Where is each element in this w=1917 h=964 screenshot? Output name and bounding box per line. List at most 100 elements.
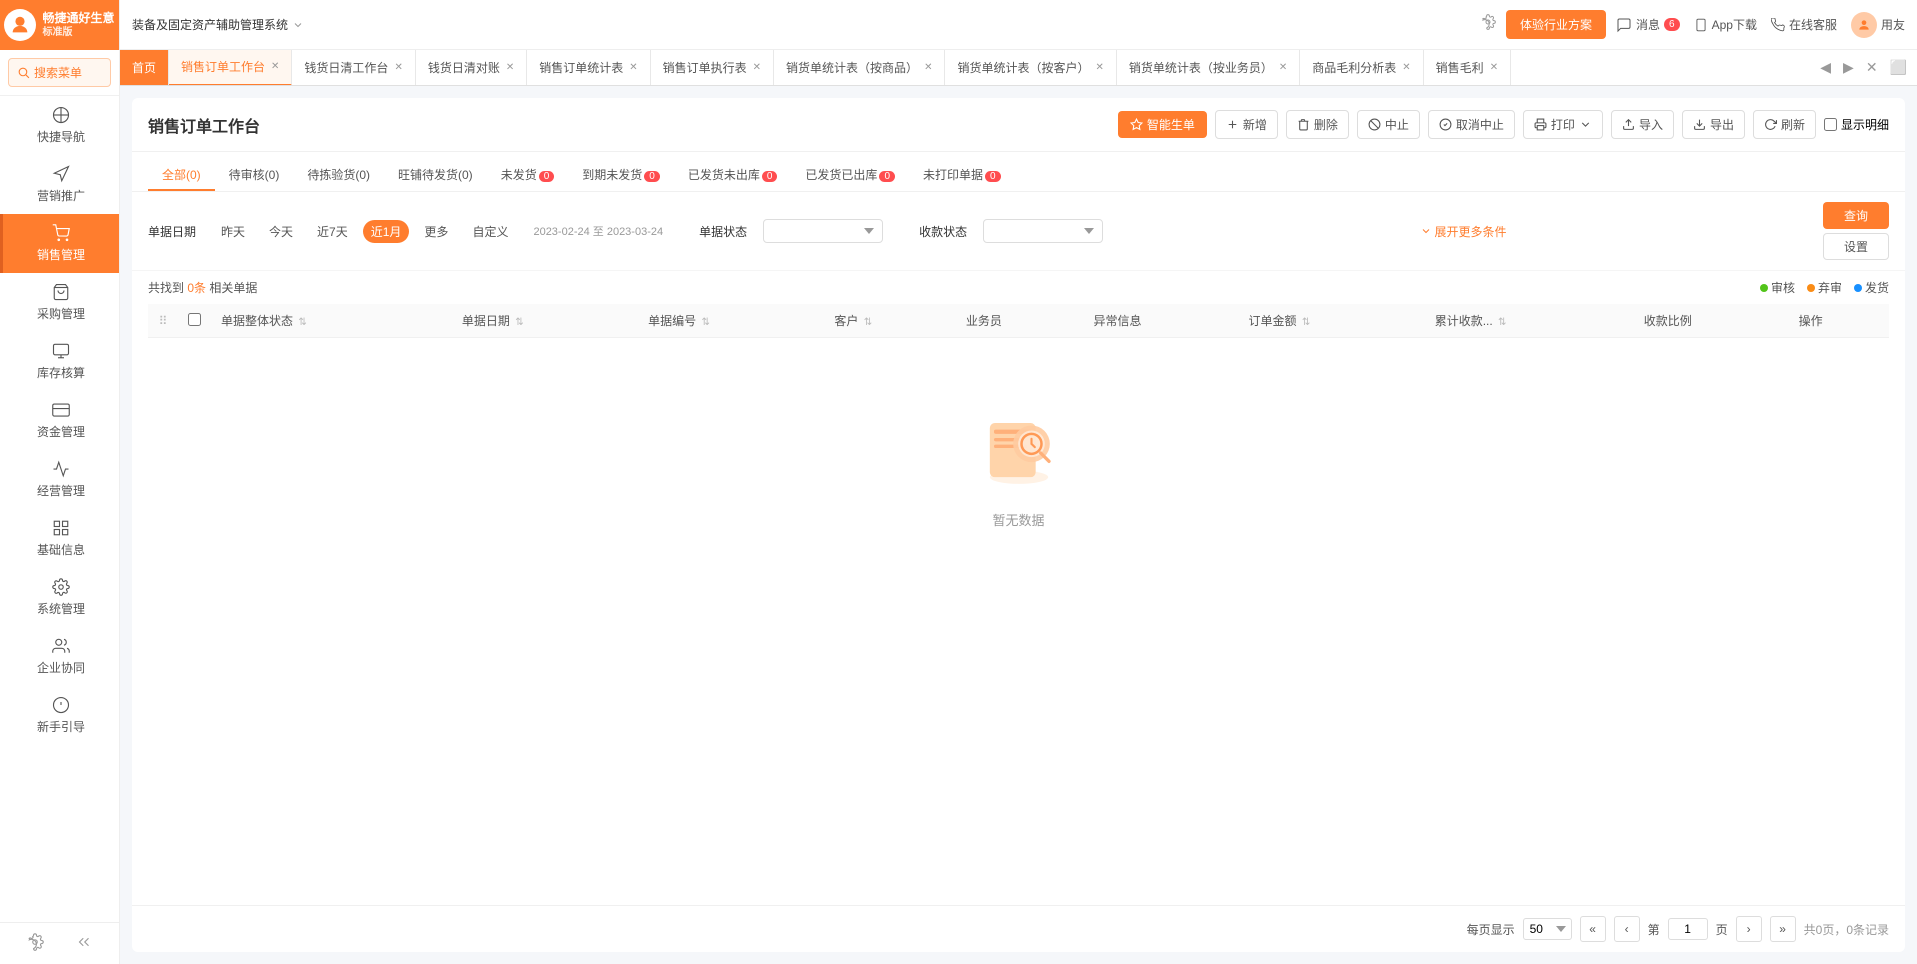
sub-tab-not-printed[interactable]: 未打印单据0 xyxy=(909,160,1015,191)
review-action-button[interactable]: 审核 xyxy=(1760,279,1795,296)
sidebar-item-sales[interactable]: 销售管理 xyxy=(0,214,119,273)
date-btn-7days[interactable]: 近7天 xyxy=(308,219,357,244)
sub-tab-pending-inspect[interactable]: 待拣验货(0) xyxy=(293,160,384,191)
user-avatar-area[interactable]: 用友 xyxy=(1851,12,1905,38)
date-btn-yesterday[interactable]: 昨天 xyxy=(212,219,254,244)
select-all-checkbox[interactable] xyxy=(188,313,201,326)
sidebar-settings-icon[interactable] xyxy=(26,933,44,954)
system-title-dropdown[interactable]: 装备及固定资产辅助管理系统 xyxy=(132,16,304,33)
page-prev-button[interactable]: ‹ xyxy=(1614,916,1640,942)
tab-close-sales-stats[interactable]: ✕ xyxy=(629,62,637,73)
sidebar-item-inventory[interactable]: 库存核算 xyxy=(0,332,119,391)
page-number-input[interactable] xyxy=(1668,918,1708,940)
sub-tab-overdue-ship[interactable]: 到期未发货0 xyxy=(568,160,674,191)
filter-date-buttons: 昨天 今天 近7天 近1月 更多 自定义 xyxy=(212,219,517,244)
sidebar-item-operations[interactable]: 经营管理 xyxy=(0,450,119,509)
tab-sales-summary-customer[interactable]: 销货单统计表（按客户） ✕ xyxy=(945,50,1116,86)
tab-sales-stats[interactable]: 销售订单统计表 ✕ xyxy=(527,50,650,86)
th-amount[interactable]: 订单金额 ⇅ xyxy=(1238,304,1424,338)
workbench-header: 销售订单工作台 智能生单 新增 删除 xyxy=(132,98,1905,152)
tab-close-cash-reconcile[interactable]: ✕ xyxy=(506,62,514,73)
sidebar-item-purchase[interactable]: 采购管理 xyxy=(0,273,119,332)
tab-cash-reconcile[interactable]: 钱货日清对账 ✕ xyxy=(416,50,527,86)
delete-button[interactable]: 删除 xyxy=(1286,110,1349,139)
smart-generate-button[interactable]: 智能生单 xyxy=(1118,111,1207,138)
ship-action-button[interactable]: 发货 xyxy=(1854,279,1889,296)
tab-cash-daily[interactable]: 钱货日清工作台 ✕ xyxy=(292,50,415,86)
solution-button[interactable]: 体验行业方案 xyxy=(1506,10,1606,39)
th-status[interactable]: 单据整体状态 ⇅ xyxy=(211,304,452,338)
tab-close-sales-summary-customer[interactable]: ✕ xyxy=(1095,62,1103,73)
sidebar-item-basic[interactable]: 基础信息 xyxy=(0,509,119,568)
tab-close-sales-exec[interactable]: ✕ xyxy=(753,62,761,73)
tab-sales-exec[interactable]: 销售订单执行表 ✕ xyxy=(651,50,774,86)
page-next-button[interactable]: › xyxy=(1736,916,1762,942)
filter-status-select[interactable] xyxy=(763,219,883,243)
page-size-select[interactable]: 10 20 50 100 xyxy=(1523,918,1572,940)
date-btn-custom[interactable]: 自定义 xyxy=(463,219,517,244)
filter-setting-button[interactable]: 设置 xyxy=(1823,233,1889,260)
sidebar-item-quick-nav[interactable]: 快捷导航 xyxy=(0,96,119,155)
filter-expand-button[interactable]: 展开更多条件 xyxy=(1420,223,1507,240)
online-service-link[interactable]: 在线客服 xyxy=(1771,16,1837,33)
sub-tab-shipped-out[interactable]: 已发货已出库0 xyxy=(791,160,909,191)
th-number[interactable]: 单据编号 ⇅ xyxy=(638,304,824,338)
tab-close-all[interactable]: ✕ xyxy=(1862,57,1882,78)
sidebar-item-guide[interactable]: 新手引导 xyxy=(0,686,119,745)
sub-tab-wangpu-ship[interactable]: 旺铺待发货(0) xyxy=(384,160,487,191)
sidebar-item-enterprise[interactable]: 企业协同 xyxy=(0,627,119,686)
query-button[interactable]: 查询 xyxy=(1823,202,1889,229)
tab-home[interactable]: 首页 xyxy=(120,50,169,86)
date-btn-today[interactable]: 今天 xyxy=(260,219,302,244)
sub-tab-pending-review[interactable]: 待审核(0) xyxy=(215,160,294,191)
refresh-button[interactable]: 刷新 xyxy=(1753,110,1816,139)
th-collected[interactable]: 累计收款... ⇅ xyxy=(1425,304,1634,338)
sidebar: 畅捷通好生意 标准版 搜索菜单 快捷导航 营销推广 销售管理 采购管理 库存核算… xyxy=(0,0,120,964)
sub-tab-not-shipped[interactable]: 未发货0 xyxy=(487,160,569,191)
th-customer[interactable]: 客户 ⇅ xyxy=(824,304,956,338)
tab-maximize[interactable]: ⬜ xyxy=(1886,57,1911,78)
search-menu-button[interactable]: 搜索菜单 xyxy=(8,58,111,87)
suspend-btn-label: 中止 xyxy=(1385,116,1409,133)
horizontal-scrollbar[interactable] xyxy=(148,895,1889,905)
tab-close-gross-profit[interactable]: ✕ xyxy=(1402,62,1410,73)
page-first-button[interactable]: « xyxy=(1580,916,1606,942)
print-button[interactable]: 打印 xyxy=(1523,110,1603,139)
tab-close-sales-workbench[interactable]: ✕ xyxy=(271,61,279,72)
tab-close-sales-summary-product[interactable]: ✕ xyxy=(924,62,932,73)
topbar-gear-icon[interactable] xyxy=(1480,14,1496,35)
sidebar-item-finance[interactable]: 资金管理 xyxy=(0,391,119,450)
sub-tab-all[interactable]: 全部(0) xyxy=(148,160,215,191)
app-download-link[interactable]: App下载 xyxy=(1694,16,1757,33)
suspend-button[interactable]: 中止 xyxy=(1357,110,1420,139)
tab-sales-summary-product[interactable]: 销货单统计表（按商品） ✕ xyxy=(774,50,945,86)
tab-sales-more[interactable]: 销售毛利 ✕ xyxy=(1424,50,1511,86)
tab-sales-workbench[interactable]: 销售订单工作台 ✕ xyxy=(169,50,292,86)
tab-close-cash-daily[interactable]: ✕ xyxy=(394,62,402,73)
tab-scroll-right[interactable]: ▶ xyxy=(1839,57,1858,78)
add-button[interactable]: 新增 xyxy=(1215,110,1278,139)
sidebar-item-system[interactable]: 系统管理 xyxy=(0,568,119,627)
th-date[interactable]: 单据日期 ⇅ xyxy=(452,304,638,338)
sidebar-item-marketing[interactable]: 营销推广 xyxy=(0,155,119,214)
message-icon[interactable]: 消息 6 xyxy=(1616,16,1680,33)
th-checkbox[interactable] xyxy=(178,304,211,338)
tab-sales-summary-staff[interactable]: 销货单统计表（按业务员） ✕ xyxy=(1117,50,1300,86)
export-button[interactable]: 导出 xyxy=(1682,110,1745,139)
page-last-button[interactable]: » xyxy=(1770,916,1796,942)
tab-close-sales-more[interactable]: ✕ xyxy=(1490,62,1498,73)
page-label: 第 xyxy=(1648,921,1660,938)
sub-tab-shipped-not-out[interactable]: 已发货未出库0 xyxy=(674,160,792,191)
tab-scroll-left[interactable]: ◀ xyxy=(1816,57,1835,78)
filter-payment-select[interactable] xyxy=(983,219,1103,243)
date-btn-more[interactable]: 更多 xyxy=(415,219,457,244)
tab-close-sales-summary-staff[interactable]: ✕ xyxy=(1279,62,1287,73)
date-btn-1month[interactable]: 近1月 xyxy=(363,220,410,243)
ship-dot xyxy=(1854,284,1862,292)
unaudit-action-button[interactable]: 弃审 xyxy=(1807,279,1842,296)
show-detail-checkbox[interactable]: 显示明细 xyxy=(1824,116,1889,133)
sidebar-collapse-icon[interactable] xyxy=(75,933,93,954)
tab-gross-profit[interactable]: 商品毛利分析表 ✕ xyxy=(1300,50,1423,86)
import-button[interactable]: 导入 xyxy=(1611,110,1674,139)
cancel-suspend-button[interactable]: 取消中止 xyxy=(1428,110,1515,139)
